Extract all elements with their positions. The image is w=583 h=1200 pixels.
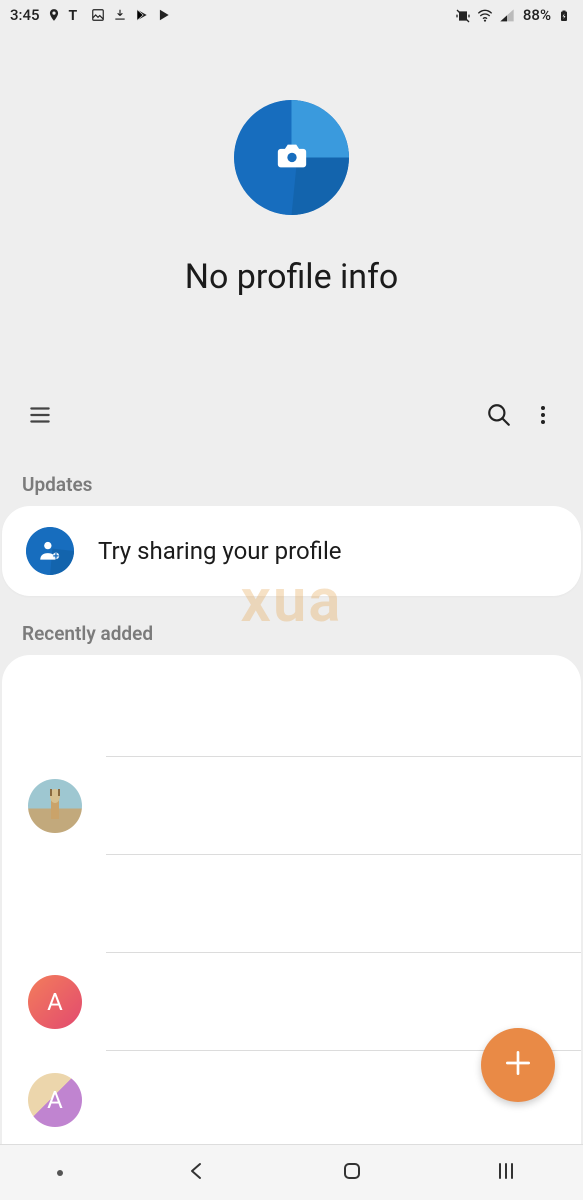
profile-hero: No profile info xyxy=(0,30,583,387)
list-item[interactable] xyxy=(2,659,581,757)
battery-charging-icon xyxy=(558,8,573,23)
location-pin-icon xyxy=(47,8,62,23)
system-nav-bar xyxy=(0,1144,583,1200)
updates-header: Updates xyxy=(0,447,583,506)
back-icon xyxy=(185,1159,209,1187)
list-item[interactable] xyxy=(2,855,581,953)
play-icon xyxy=(157,8,172,23)
try-sharing-profile-item[interactable]: Try sharing your profile xyxy=(2,506,581,596)
profile-photo-button[interactable] xyxy=(234,100,349,215)
signal-icon xyxy=(499,8,514,23)
play-store-icon xyxy=(135,8,150,23)
toolbar xyxy=(0,387,583,447)
profile-share-icon xyxy=(26,527,74,575)
contact-avatar xyxy=(28,779,82,833)
updates-card: Try sharing your profile xyxy=(2,506,581,596)
add-contact-fab[interactable] xyxy=(481,1028,555,1102)
status-left-cluster: 3:45 T xyxy=(10,6,172,24)
home-button[interactable] xyxy=(332,1153,372,1193)
overflow-menu-button[interactable] xyxy=(521,395,565,439)
drawer-button[interactable] xyxy=(18,395,62,439)
contact-avatar xyxy=(28,877,82,931)
contact-avatar: A xyxy=(28,1073,82,1127)
search-button[interactable] xyxy=(477,395,521,439)
wifi-icon xyxy=(477,8,492,23)
profile-title: No profile info xyxy=(185,257,399,297)
camera-icon xyxy=(275,139,309,177)
contact-avatar xyxy=(28,681,82,735)
contact-avatar: A xyxy=(28,975,82,1029)
status-right-cluster: 88% xyxy=(455,6,573,24)
vibrate-silent-icon xyxy=(455,8,470,23)
recently-added-header: Recently added xyxy=(0,596,583,655)
home-outline-icon xyxy=(340,1159,364,1187)
status-time: 3:45 xyxy=(10,6,40,24)
list-item[interactable] xyxy=(2,757,581,855)
back-button[interactable] xyxy=(177,1153,217,1193)
recents-button[interactable] xyxy=(486,1153,526,1193)
nav-indicator-dot xyxy=(57,1170,63,1176)
more-vertical-icon xyxy=(531,403,555,431)
carrier-t-icon: T xyxy=(69,8,84,23)
status-bar: 3:45 T 88% xyxy=(0,0,583,30)
gallery-icon xyxy=(91,8,106,23)
battery-percent: 88% xyxy=(523,6,551,24)
avatar-initial: A xyxy=(47,1086,63,1114)
avatar-initial: A xyxy=(47,988,63,1016)
plus-icon xyxy=(502,1047,534,1083)
recents-icon xyxy=(494,1159,518,1187)
download-icon xyxy=(113,8,128,23)
updates-item-label: Try sharing your profile xyxy=(98,537,342,565)
search-icon xyxy=(486,402,512,432)
hamburger-icon xyxy=(27,402,53,432)
